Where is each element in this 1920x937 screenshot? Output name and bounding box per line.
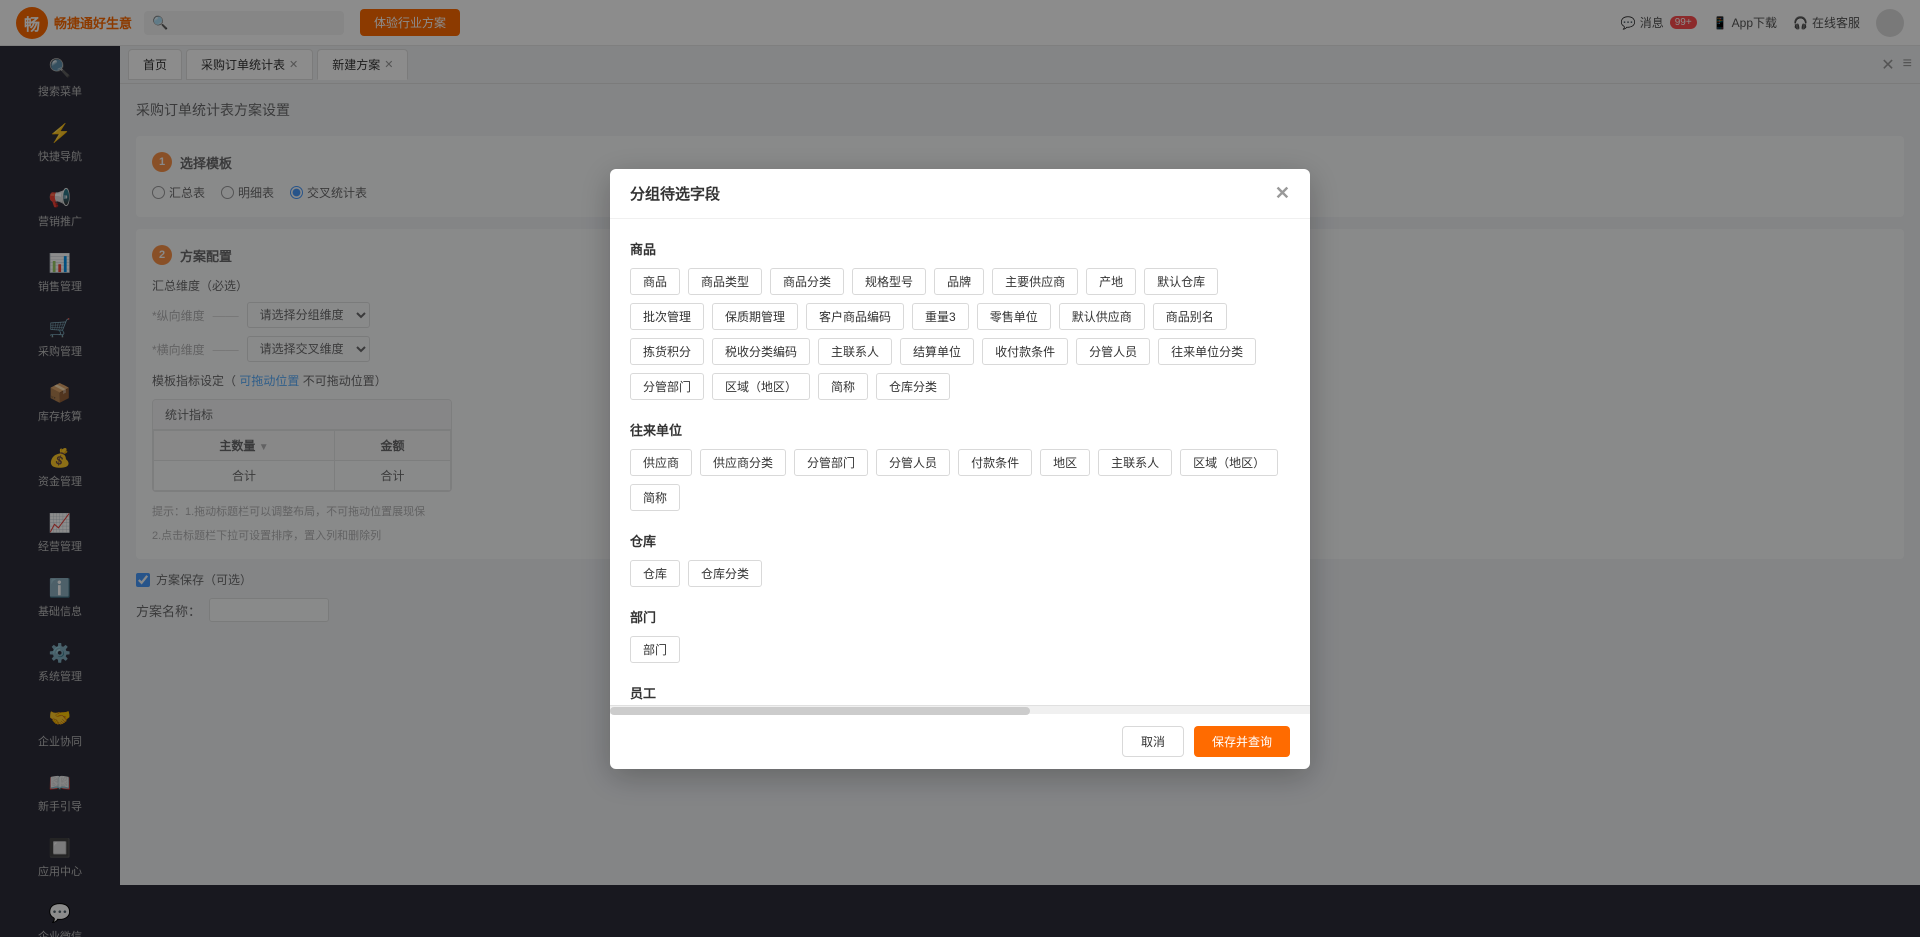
tag-party-manager[interactable]: 分管人员: [876, 449, 950, 476]
tag-party-category[interactable]: 往来单位分类: [1158, 338, 1256, 365]
tag-default-supplier[interactable]: 默认供应商: [1059, 303, 1145, 330]
section-warehouse-title: 仓库: [630, 531, 1290, 550]
tag-dept[interactable]: 分管部门: [630, 373, 704, 400]
tag-batch[interactable]: 批次管理: [630, 303, 704, 330]
tag-goods-spec[interactable]: 规格型号: [852, 268, 926, 295]
modal-body[interactable]: 商品 商品 商品类型 商品分类 规格型号 品牌 主要供应商 产地 默认仓库 批次…: [610, 219, 1310, 706]
tag-goods-alias[interactable]: 商品别名: [1153, 303, 1227, 330]
modal-overlay: 分组待选字段 ✕ 商品 商品 商品类型 商品分类 规格型号 品牌 主要供应商 产…: [0, 0, 1920, 937]
tag-origin[interactable]: 产地: [1086, 268, 1136, 295]
field-select-modal: 分组待选字段 ✕ 商品 商品 商品类型 商品分类 规格型号 品牌 主要供应商 产…: [610, 169, 1310, 769]
tag-brand[interactable]: 品牌: [934, 268, 984, 295]
tag-party-contact[interactable]: 主联系人: [1098, 449, 1172, 476]
tag-retail-unit[interactable]: 零售单位: [977, 303, 1051, 330]
tag-goods-category[interactable]: 商品分类: [770, 268, 844, 295]
section-goods-tags: 商品 商品类型 商品分类 规格型号 品牌 主要供应商 产地 默认仓库 批次管理 …: [630, 268, 1290, 400]
tag-weight[interactable]: 重量3: [912, 303, 969, 330]
section-goods: 商品 商品 商品类型 商品分类 规格型号 品牌 主要供应商 产地 默认仓库 批次…: [630, 239, 1290, 400]
modal-hscroll-thumb: [610, 707, 1030, 715]
modal-close-button[interactable]: ✕: [1275, 184, 1290, 202]
tag-default-warehouse[interactable]: 默认仓库: [1144, 268, 1218, 295]
tag-settle-unit[interactable]: 结算单位: [900, 338, 974, 365]
modal-cancel-button[interactable]: 取消: [1122, 726, 1184, 757]
modal-horizontal-scrollbar[interactable]: [610, 705, 1310, 712]
tag-goods-type[interactable]: 商品类型: [688, 268, 762, 295]
tag-party-region[interactable]: 地区: [1040, 449, 1090, 476]
section-party-tags: 供应商 供应商分类 分管部门 分管人员 付款条件 地区 主联系人 区域（地区） …: [630, 449, 1290, 511]
section-dept-tags: 部门: [630, 636, 1290, 663]
section-warehouse: 仓库 仓库 仓库分类: [630, 531, 1290, 587]
modal-title: 分组待选字段: [630, 183, 720, 204]
section-warehouse-tags: 仓库 仓库分类: [630, 560, 1290, 587]
tag-warehouse[interactable]: 仓库: [630, 560, 680, 587]
tag-goods[interactable]: 商品: [630, 268, 680, 295]
tag-short-name[interactable]: 简称: [818, 373, 868, 400]
modal-header: 分组待选字段 ✕: [610, 169, 1310, 219]
tag-pick-score[interactable]: 拣货积分: [630, 338, 704, 365]
tag-wh-category[interactable]: 仓库分类: [688, 560, 762, 587]
tag-warehouse-category[interactable]: 仓库分类: [876, 373, 950, 400]
modal-confirm-button[interactable]: 保存并查询: [1194, 726, 1290, 757]
tag-tax-code[interactable]: 税收分类编码: [712, 338, 810, 365]
tag-main-contact[interactable]: 主联系人: [818, 338, 892, 365]
section-employee: 员工 业务员: [630, 683, 1290, 706]
tag-department[interactable]: 部门: [630, 636, 680, 663]
tag-supplier[interactable]: 供应商: [630, 449, 692, 476]
tag-party-payment[interactable]: 付款条件: [958, 449, 1032, 476]
tag-customer-code[interactable]: 客户商品编码: [806, 303, 904, 330]
section-party-title: 往来单位: [630, 420, 1290, 439]
section-dept: 部门 部门: [630, 607, 1290, 663]
section-party: 往来单位 供应商 供应商分类 分管部门 分管人员 付款条件 地区 主联系人 区域…: [630, 420, 1290, 511]
tag-supplier-category[interactable]: 供应商分类: [700, 449, 786, 476]
tag-party-area[interactable]: 区域（地区）: [1180, 449, 1278, 476]
tag-region[interactable]: 区域（地区）: [712, 373, 810, 400]
tag-expiry[interactable]: 保质期管理: [712, 303, 798, 330]
tag-main-supplier[interactable]: 主要供应商: [992, 268, 1078, 295]
tag-manager[interactable]: 分管人员: [1076, 338, 1150, 365]
modal-footer: 取消 保存并查询: [610, 713, 1310, 769]
section-employee-title: 员工: [630, 683, 1290, 702]
tag-party-abbr[interactable]: 简称: [630, 484, 680, 511]
section-dept-title: 部门: [630, 607, 1290, 626]
tag-party-dept[interactable]: 分管部门: [794, 449, 868, 476]
section-goods-title: 商品: [630, 239, 1290, 258]
tag-payment-terms[interactable]: 收付款条件: [982, 338, 1068, 365]
